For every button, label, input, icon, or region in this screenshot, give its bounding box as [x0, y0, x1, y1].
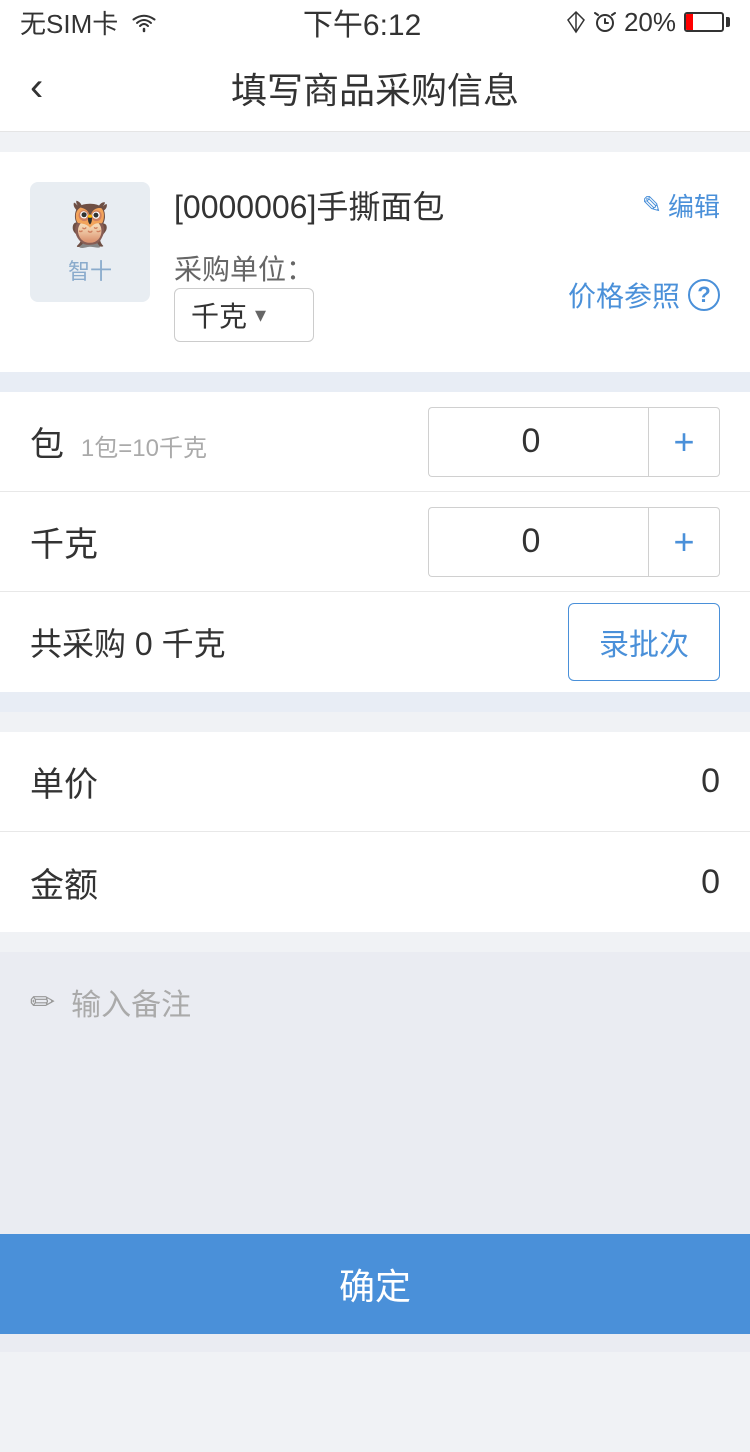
- location-icon: [566, 10, 586, 34]
- price-row-total: 金额 0: [0, 832, 750, 932]
- edit-button[interactable]: ✎ 编辑: [642, 187, 720, 224]
- back-button[interactable]: ‹: [30, 65, 43, 110]
- bao-plus-button[interactable]: +: [648, 407, 720, 477]
- input-label-kg: 千克: [30, 517, 428, 566]
- input-label-bao: 包 1包=10千克: [30, 417, 428, 466]
- page-title: 填写商品采购信息: [231, 62, 519, 114]
- product-thumbnail: 🦉 智十: [30, 182, 150, 302]
- input-row-bao: 包 1包=10千克 +: [0, 392, 750, 492]
- input-row-kg: 千克 +: [0, 492, 750, 592]
- nav-bar: ‹ 填写商品采购信息: [0, 44, 750, 132]
- remark-placeholder: 输入备注: [71, 980, 191, 1024]
- status-right: 20%: [566, 7, 730, 38]
- kg-plus-button[interactable]: +: [648, 507, 720, 577]
- bao-input[interactable]: [428, 407, 648, 477]
- section-divider-2: [0, 692, 750, 712]
- product-name-row: [0000006]手撕面包 ✎ 编辑: [174, 182, 720, 228]
- status-bar: 无SIM卡 下午6:12 20%: [0, 0, 750, 44]
- product-thumb-text: 智十: [68, 254, 112, 286]
- pencil-icon: ✏: [30, 985, 55, 1020]
- status-left: 无SIM卡: [20, 4, 158, 41]
- price-ref-button[interactable]: 价格参照 ?: [568, 275, 720, 315]
- carrier-label: 无SIM卡: [20, 4, 118, 41]
- battery-percent: 20%: [624, 7, 676, 38]
- section-divider-1: [0, 372, 750, 392]
- product-unit-row: 采购单位： 千克 ▾ 价格参照 ?: [174, 248, 720, 342]
- summary-text: 共采购 0 千克: [30, 619, 226, 665]
- input-section: 包 1包=10千克 + 千克 +: [0, 392, 750, 592]
- unit-label: 采购单位：: [174, 254, 314, 285]
- input-right-bao: +: [428, 407, 720, 477]
- product-info: [0000006]手撕面包 ✎ 编辑 采购单位： 千克 ▾: [174, 182, 720, 342]
- product-name: [0000006]手撕面包: [174, 182, 444, 228]
- price-ref-info-icon: ?: [688, 279, 720, 311]
- unit-select[interactable]: 千克 ▾: [174, 288, 314, 342]
- product-thumb-owl: 🦉: [63, 198, 118, 250]
- alarm-icon: [594, 10, 616, 34]
- kg-input[interactable]: [428, 507, 648, 577]
- battery-icon: [684, 12, 730, 32]
- product-card: 🦉 智十 [0000006]手撕面包 ✎ 编辑 采购单位：: [0, 152, 750, 372]
- price-row-unit: 单价 0: [0, 732, 750, 832]
- unit-selector-area: 采购单位： 千克 ▾: [174, 248, 314, 342]
- edit-icon: ✎: [642, 191, 662, 220]
- status-time: 下午6:12: [303, 0, 421, 44]
- confirm-button[interactable]: 确定: [0, 1234, 750, 1334]
- input-right-kg: +: [428, 507, 720, 577]
- wifi-icon: [130, 11, 158, 33]
- unit-select-arrow-icon: ▾: [255, 302, 266, 328]
- record-batch-button[interactable]: 录批次: [568, 603, 720, 681]
- remark-section[interactable]: ✏ 输入备注: [0, 952, 750, 1052]
- summary-row: 共采购 0 千克 录批次: [0, 592, 750, 692]
- price-section: 单价 0 金额 0: [0, 732, 750, 932]
